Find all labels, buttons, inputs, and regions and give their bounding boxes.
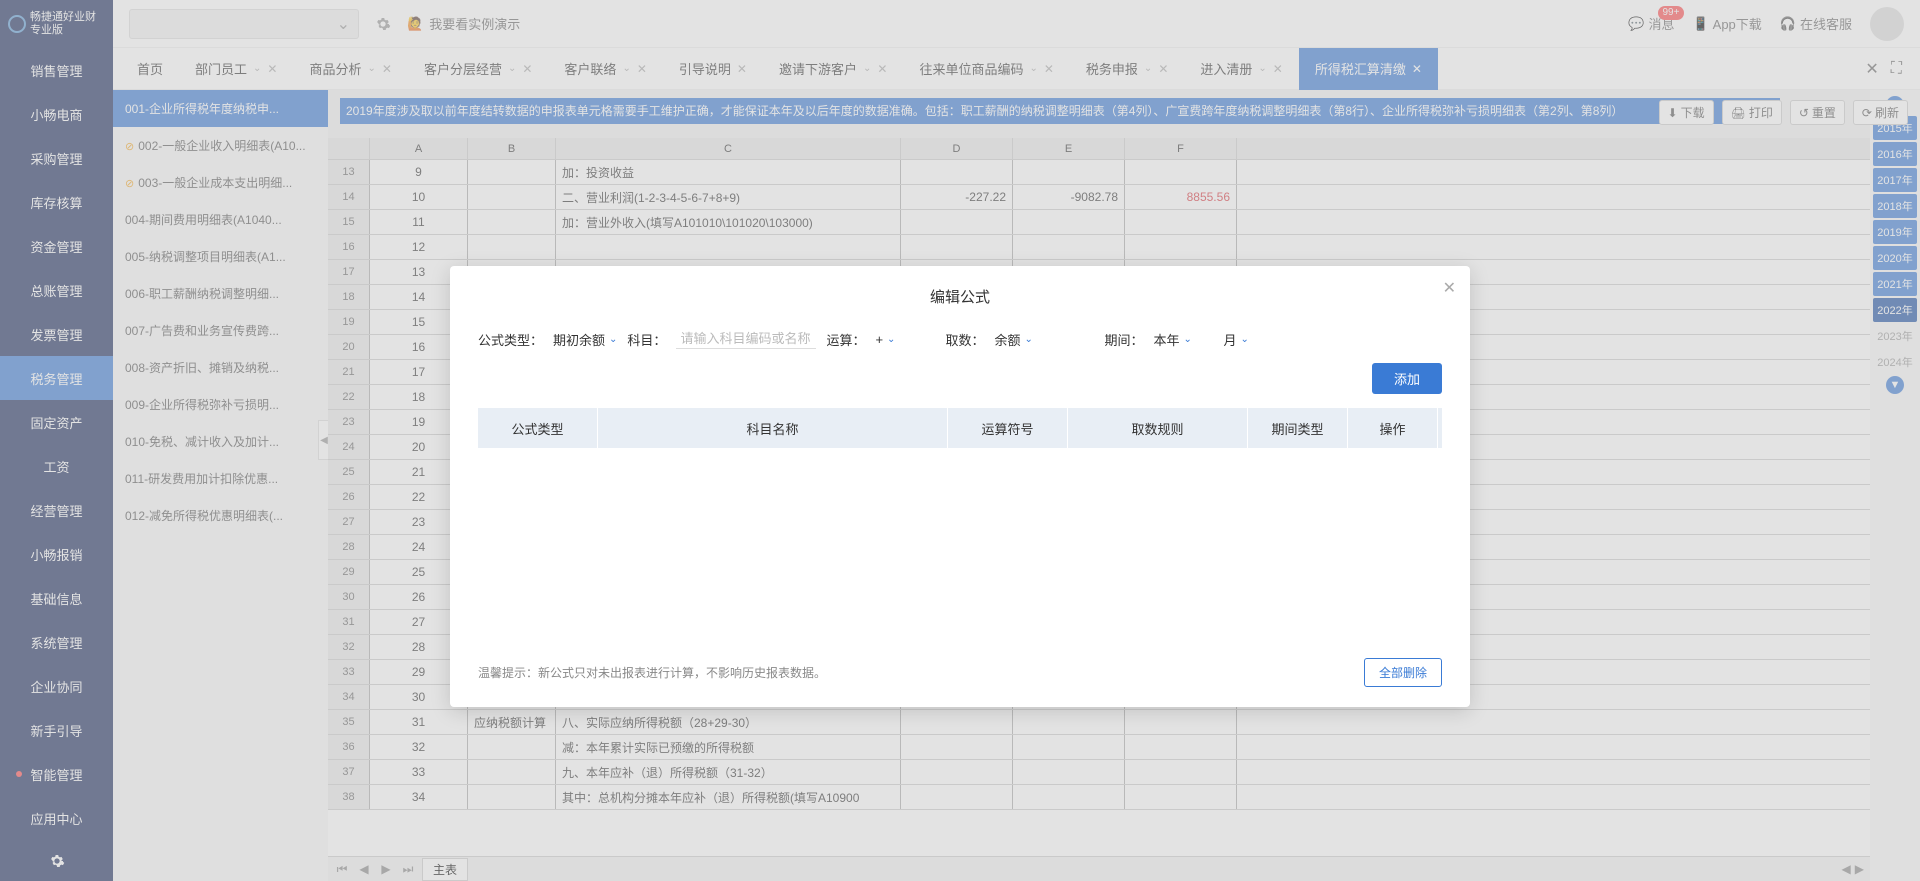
operator-label: 运算： bbox=[826, 330, 865, 349]
period-label: 期间： bbox=[1104, 330, 1143, 349]
table-header: 期间类型 bbox=[1248, 408, 1348, 448]
modal-title: 编辑公式 bbox=[478, 286, 1442, 307]
chevron-down-icon: ⌄ bbox=[1241, 334, 1249, 345]
period-year-select[interactable]: 本年⌄ bbox=[1153, 330, 1213, 349]
table-header: 运算符号 bbox=[948, 408, 1068, 448]
subject-input[interactable] bbox=[676, 329, 816, 349]
delete-all-button[interactable]: 全部删除 bbox=[1364, 658, 1442, 687]
chevron-down-icon: ⌄ bbox=[887, 334, 895, 345]
table-header: 取数规则 bbox=[1068, 408, 1248, 448]
add-button[interactable]: 添加 bbox=[1372, 363, 1442, 394]
table-header: 公式类型 bbox=[478, 408, 598, 448]
modal-overlay: 编辑公式 ✕ 公式类型： 期初余额⌄ 科目： 运算： +⌄ 取数： 余额⌄ 期间… bbox=[0, 0, 1920, 881]
chevron-down-icon: ⌄ bbox=[1024, 334, 1032, 345]
edit-formula-modal: 编辑公式 ✕ 公式类型： 期初余额⌄ 科目： 运算： +⌄ 取数： 余额⌄ 期间… bbox=[450, 266, 1470, 707]
table-header: 科目名称 bbox=[598, 408, 948, 448]
fetch-select[interactable]: 余额⌄ bbox=[994, 330, 1094, 349]
chevron-down-icon: ⌄ bbox=[609, 334, 617, 345]
chevron-down-icon: ⌄ bbox=[1184, 334, 1192, 345]
operator-select[interactable]: +⌄ bbox=[875, 332, 935, 347]
table-header: 操作 bbox=[1348, 408, 1438, 448]
formula-type-select[interactable]: 期初余额⌄ bbox=[553, 330, 617, 349]
fetch-label: 取数： bbox=[945, 330, 984, 349]
subject-label: 科目： bbox=[627, 330, 666, 349]
close-icon[interactable]: ✕ bbox=[1443, 278, 1456, 298]
modal-tip: 温馨提示：新公式只对未出报表进行计算，不影响历史报表数据。 bbox=[478, 664, 826, 681]
period-month-select[interactable]: 月⌄ bbox=[1223, 330, 1283, 349]
formula-type-label: 公式类型： bbox=[478, 330, 543, 349]
